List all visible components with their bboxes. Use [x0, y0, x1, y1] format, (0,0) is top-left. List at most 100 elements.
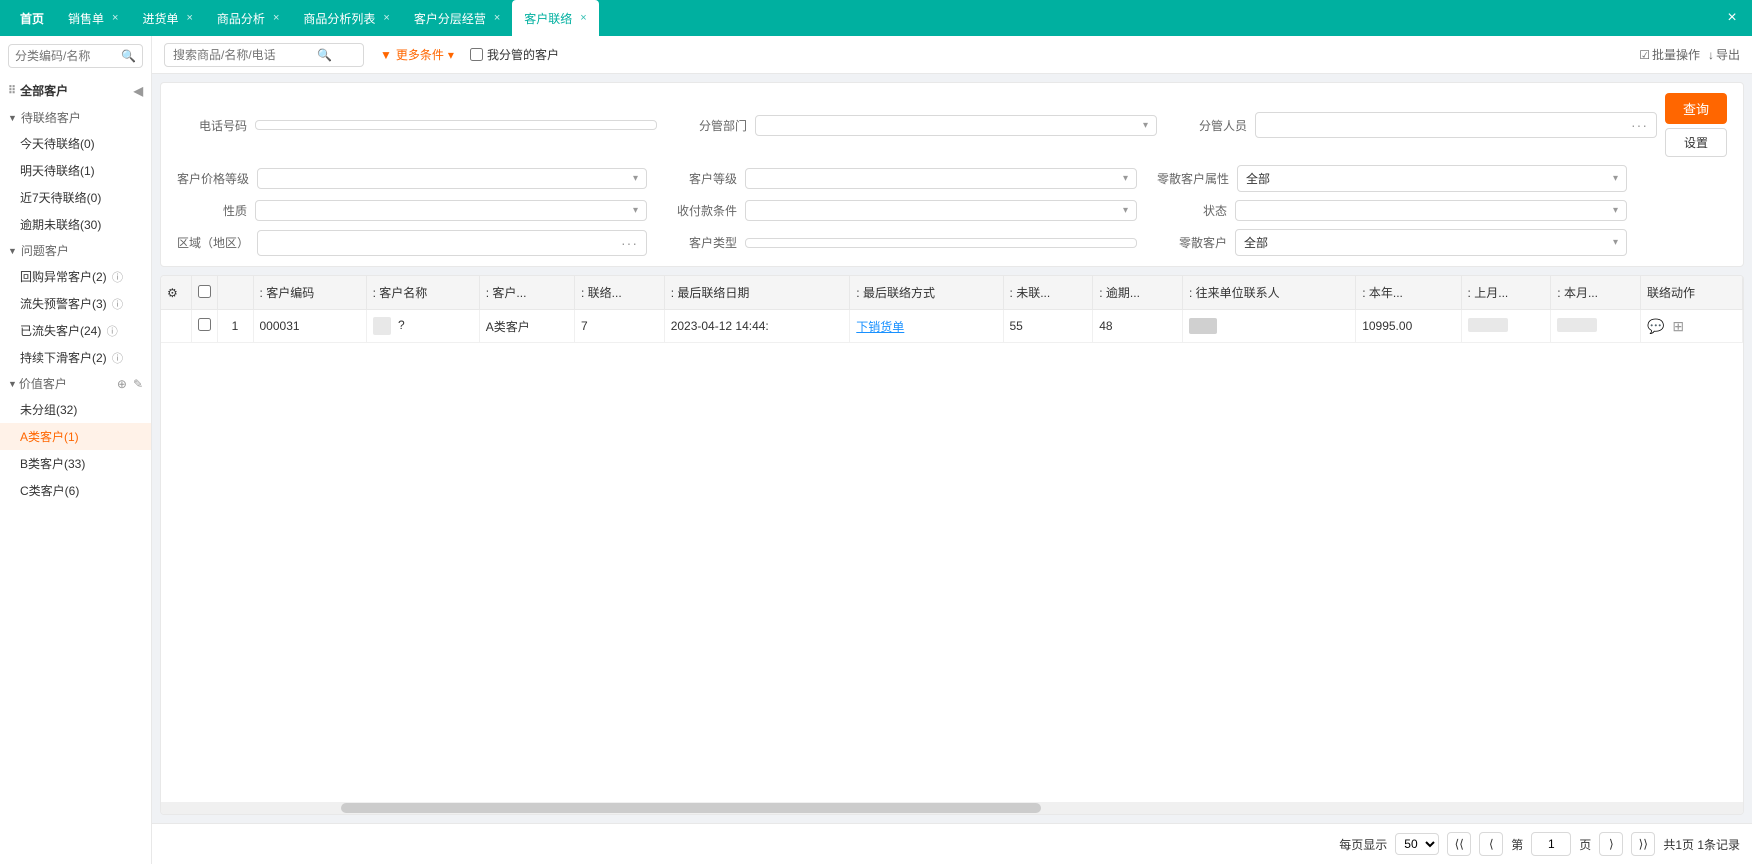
filter-customer-type: 客户类型 [667, 234, 1137, 251]
my-customers-check[interactable] [470, 48, 483, 61]
sidebar-group-pending[interactable]: 待联络客户 [0, 105, 151, 130]
table-settings-icon[interactable]: ⚙ [167, 286, 178, 300]
toolbar-search-box[interactable]: 🔍 [164, 43, 364, 67]
export-btn[interactable]: ↓ 导出 [1708, 46, 1740, 63]
filter-more-btn[interactable]: ▼ 更多条件 ▾ [372, 42, 462, 67]
sidebar-all-customers[interactable]: ⠿ 全部客户 ◀ [0, 76, 151, 105]
last-page-btn[interactable]: ⟩⟩ [1631, 832, 1655, 856]
export-icon: ↓ [1708, 48, 1714, 62]
row-checkbox [191, 310, 217, 343]
select-all-checkbox[interactable] [198, 285, 211, 298]
col-no-contact: : 未联... [1003, 276, 1093, 310]
nav-close-product-list[interactable]: × [383, 12, 389, 24]
row-select-checkbox[interactable] [198, 318, 211, 331]
col-overdue: : 逾期... [1093, 276, 1183, 310]
page-size-select[interactable]: 50 [1395, 833, 1439, 855]
row-contact-way-link[interactable]: 下销货单 [856, 320, 904, 334]
filter-price-level-select[interactable]: ▾ [257, 168, 647, 189]
nav-purchase-order[interactable]: 进货单 × [130, 0, 204, 36]
filter-row-1: 电话号码 分管部门 ▾ 分管人员 ··· 查询 设置 [177, 93, 1727, 157]
next-page-btn[interactable]: ⟩ [1599, 832, 1623, 856]
query-btn[interactable]: 查询 [1665, 93, 1727, 124]
sidebar-search-icon[interactable]: 🔍 [121, 49, 136, 63]
sidebar-item-today[interactable]: 今天待联络(0) [0, 130, 151, 157]
horizontal-scrollbar[interactable] [161, 802, 1743, 814]
row-name: ? [366, 310, 479, 343]
sidebar-item-unclassified[interactable]: 未分组(32) [0, 396, 151, 423]
toolbar-search-icon[interactable]: 🔍 [317, 48, 332, 62]
col-name: : 客户名称 [366, 276, 479, 310]
filter-area: 电话号码 分管部门 ▾ 分管人员 ··· 查询 设置 [160, 82, 1744, 267]
toolbar-search-input[interactable] [173, 48, 313, 62]
col-this-year: : 本年... [1356, 276, 1461, 310]
sidebar-item-class-c[interactable]: C类客户(6) [0, 477, 151, 504]
chat-icon[interactable]: 💬 [1647, 318, 1664, 335]
current-page-input[interactable] [1531, 832, 1571, 856]
filter-row-3: 性质 ▾ 收付款条件 ▾ 状态 ▾ [177, 200, 1727, 221]
sidebar-value-edit-icon[interactable]: ✎ [133, 377, 143, 391]
filter-scatter-attr-select[interactable]: 全部▾ [1237, 165, 1627, 192]
nav-product-analysis[interactable]: 商品分析 × [205, 0, 291, 36]
filter-row-2: 客户价格等级 ▾ 客户等级 ▾ 零散客户属性 全部▾ [177, 165, 1727, 192]
sidebar-search-input[interactable] [15, 49, 117, 63]
row-contact-count: 7 [574, 310, 664, 343]
filter-region-input[interactable]: ··· [257, 230, 647, 256]
col-code: : 客户编码 [253, 276, 366, 310]
batch-op-btn[interactable]: ☑ 批量操作 [1639, 46, 1700, 63]
col-last-contact-way: : 最后联络方式 [850, 276, 1003, 310]
row-last-month [1461, 310, 1551, 343]
nav-close-all[interactable]: × [1720, 6, 1744, 30]
sidebar-item-declining[interactable]: 持续下滑客户(2) ⓘ [0, 344, 151, 371]
filter-nature-select[interactable]: ▾ [255, 200, 647, 221]
filter-person-input[interactable]: ··· [1255, 112, 1657, 138]
filter-status-select[interactable]: ▾ [1235, 200, 1627, 221]
sidebar-group-value-header[interactable]: ▼ 价值客户 ⊕ ✎ [0, 371, 151, 396]
row-gear [161, 310, 191, 343]
col-action: 联络动作 [1640, 276, 1742, 310]
nav-customer-segment[interactable]: 客户分层经营 × [402, 0, 512, 36]
nav-product-analysis-list[interactable]: 商品分析列表 × [291, 0, 401, 36]
filter-payment-select[interactable]: ▾ [745, 200, 1137, 221]
col-num [217, 276, 253, 310]
sidebar-item-churned[interactable]: 已流失客户(24) ⓘ [0, 317, 151, 344]
nav-sales-order[interactable]: 销售单 × [56, 0, 130, 36]
grid-icon[interactable]: ⊞ [1672, 318, 1684, 335]
sidebar-item-churn-warning[interactable]: 流失预警客户(3) ⓘ [0, 290, 151, 317]
nav-close-segment[interactable]: × [494, 12, 500, 24]
nav-home[interactable]: 首页 [8, 0, 56, 36]
sidebar-item-7days[interactable]: 近7天待联络(0) [0, 184, 151, 211]
filter-customer-level-select[interactable]: ▾ [745, 168, 1137, 189]
sidebar-item-overdue[interactable]: 逾期未联络(30) [0, 211, 151, 238]
nav-customer-contact[interactable]: 客户联络 × [512, 0, 598, 36]
sidebar-value-add-icon[interactable]: ⊕ [117, 377, 127, 391]
sidebar-item-class-b[interactable]: B类客户(33) [0, 450, 151, 477]
prev-page-btn[interactable]: ⟨ [1479, 832, 1503, 856]
row-action: 💬 ⊞ [1640, 310, 1742, 343]
scrollbar-thumb[interactable] [341, 803, 1041, 813]
nav-close-purchase[interactable]: × [186, 12, 192, 24]
sidebar-item-tomorrow[interactable]: 明天待联络(1) [0, 157, 151, 184]
my-customers-checkbox[interactable]: 我分管的客户 [470, 46, 559, 63]
filter-dept-select[interactable]: ▾ [755, 115, 1157, 136]
filter-scatter-select[interactable]: 全部▾ [1235, 229, 1627, 256]
sidebar-item-repurchase-abnormal[interactable]: 回购异常客户(2) ⓘ [0, 263, 151, 290]
col-unit-contacts: : 往来单位联系人 [1182, 276, 1355, 310]
sidebar-item-class-a[interactable]: A类客户(1) [0, 423, 151, 450]
first-page-btn[interactable]: ⟨⟨ [1447, 832, 1471, 856]
filter-nature: 性质 ▾ [177, 200, 647, 221]
nav-close-contact[interactable]: × [580, 12, 586, 24]
sidebar-search-box[interactable]: 🔍 [8, 44, 143, 68]
sidebar-collapse-icon[interactable]: ◀ [134, 84, 143, 98]
sidebar-group-problem[interactable]: 问题客户 [0, 238, 151, 263]
nav-close-sales[interactable]: × [112, 12, 118, 24]
action-icons: 💬 ⊞ [1647, 318, 1736, 335]
filter-person: 分管人员 ··· [1177, 112, 1657, 138]
filter-customer-type-input[interactable] [745, 238, 1137, 248]
top-nav: 首页 销售单 × 进货单 × 商品分析 × 商品分析列表 × 客户分层经营 × … [0, 0, 1752, 36]
col-last-contact-date: : 最后联络日期 [664, 276, 850, 310]
setting-btn[interactable]: 设置 [1665, 128, 1727, 157]
filter-phone-input[interactable] [255, 120, 657, 130]
filter-region: 区域（地区） ··· [177, 230, 647, 256]
nav-close-product[interactable]: × [273, 12, 279, 24]
filter-customer-level: 客户等级 ▾ [667, 168, 1137, 189]
